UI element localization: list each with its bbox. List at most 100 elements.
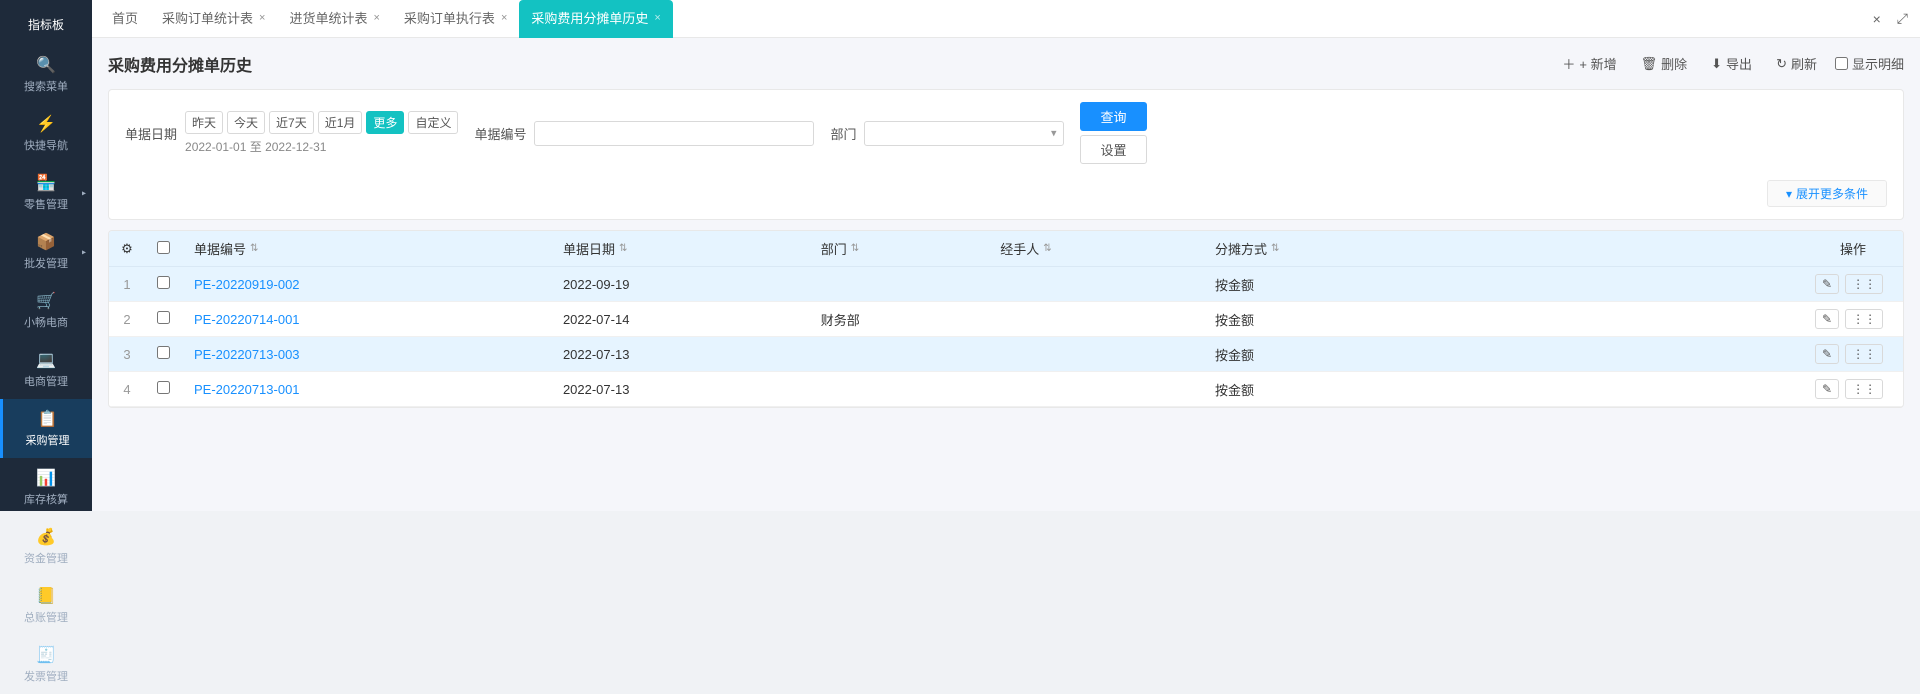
row-docno-link-2[interactable]: PE-20220713-003	[194, 347, 300, 362]
th-docno-label: 单据编号	[194, 239, 246, 258]
row-edit-btn-3[interactable]: ✎	[1815, 379, 1839, 399]
page-title: 采购费用分摊单历史	[108, 52, 252, 76]
chevron-down-icon: ▾	[1786, 187, 1792, 201]
th-dept: 部门⇅	[809, 231, 988, 267]
sidebar-item-purchase[interactable]: 📋采购管理	[0, 399, 92, 458]
row-check-0	[145, 267, 182, 302]
query-button[interactable]: 查询	[1080, 102, 1146, 131]
sidebar-item-finance[interactable]: 💰资金管理	[0, 517, 92, 576]
sidebar-icon-search: 🔍	[4, 55, 88, 75]
docno-filter-item: 单据编号	[474, 121, 814, 146]
gear-icon[interactable]: ⚙	[121, 241, 133, 256]
sidebar-item-ecom-small[interactable]: 🛒小畅电商	[0, 281, 92, 340]
show-columns-label[interactable]: 显示明细	[1835, 54, 1904, 73]
row-actions-1: ✎ ⋮⋮	[1803, 302, 1903, 337]
th-actions: 操作	[1803, 231, 1903, 267]
sort-icon-handler[interactable]: ⇅	[1043, 243, 1051, 254]
sort-icon-split[interactable]: ⇅	[1271, 243, 1279, 254]
add-button[interactable]: ＋ + 新增	[1556, 50, 1622, 77]
expand-more-button[interactable]: ▾ 展开更多条件	[1767, 180, 1887, 207]
tab-home[interactable]: 首页	[100, 0, 150, 38]
delete-button[interactable]: 🗑 删除	[1635, 50, 1694, 77]
th-date: 单据日期 ⇅	[551, 231, 809, 267]
row-handler-2	[988, 337, 1203, 372]
sidebar-item-invoice[interactable]: 🧾发票管理	[0, 635, 92, 694]
date-btn-yesterday[interactable]: 昨天	[185, 111, 223, 134]
sort-icon-date[interactable]: ⇅	[619, 243, 627, 254]
tab-purchase-expense[interactable]: 采购费用分摊单历史×	[519, 0, 672, 38]
filter-row: 单据日期 昨天 今天 近7天 近1月 更多 自定义 2022-01-01 至 2…	[125, 102, 1887, 164]
row-more-btn-1[interactable]: ⋮⋮	[1845, 309, 1883, 329]
date-btn-more[interactable]: 更多	[366, 111, 404, 134]
row-more-btn-2[interactable]: ⋮⋮	[1845, 344, 1883, 364]
export-icon: ⬇	[1711, 56, 1722, 72]
tab-label-home: 首页	[112, 8, 138, 27]
row-docno-link-1[interactable]: PE-20220714-001	[194, 312, 300, 327]
tab-purchase-exec[interactable]: 采购订单执行表×	[392, 0, 519, 38]
sidebar-icon-ecom: 💻	[4, 350, 88, 370]
arrow-icon: ▸	[82, 247, 86, 256]
row-edit-btn-1[interactable]: ✎	[1815, 309, 1839, 329]
tab-purchase-summary[interactable]: 采购订单统计表 ×	[150, 0, 277, 38]
tab-receipt-summary[interactable]: 进货单统计表×	[277, 0, 391, 38]
docno-filter-input[interactable]	[534, 121, 814, 146]
main-content: 首页采购订单统计表×进货单统计表×采购订单执行表×采购费用分摊单历史× × ⤢ …	[92, 0, 1920, 511]
dept-filter-select[interactable]: 财务部	[864, 121, 1064, 146]
show-columns-checkbox[interactable]	[1835, 57, 1848, 70]
sidebar-item-search[interactable]: 🔍搜索菜单	[0, 45, 92, 104]
sort-icon-dept[interactable]: ⇅	[851, 243, 859, 254]
sidebar-icon-ecom-small: 🛒	[4, 291, 88, 311]
row-checkbox-2[interactable]	[157, 346, 170, 359]
row-edit-btn-0[interactable]: ✎	[1815, 274, 1839, 294]
date-btn-today[interactable]: 今天	[227, 111, 265, 134]
sort-icon-docno[interactable]: ⇅	[250, 243, 258, 254]
sidebar-item-ledger[interactable]: 📒总账管理	[0, 576, 92, 635]
tab-label-purchase-summary: 采购订单统计表	[162, 8, 253, 27]
settings-button[interactable]: 设置	[1080, 135, 1146, 164]
window-maximize-button[interactable]: ⤢	[1893, 6, 1912, 31]
date-btn-7days[interactable]: 近7天	[269, 111, 314, 134]
row-docno-2: PE-20220713-003	[182, 337, 551, 372]
row-dept-1: 财务部	[809, 302, 988, 337]
sidebar-item-quicknav[interactable]: ⚡快捷导航	[0, 104, 92, 163]
row-edit-btn-2[interactable]: ✎	[1815, 344, 1839, 364]
row-docno-3: PE-20220713-001	[182, 372, 551, 407]
tab-close-purchase-expense[interactable]: ×	[654, 12, 660, 24]
row-checkbox-3[interactable]	[157, 381, 170, 394]
row-more-btn-0[interactable]: ⋮⋮	[1845, 274, 1883, 294]
refresh-icon: ↻	[1776, 56, 1787, 72]
dept-select-wrapper: 财务部	[864, 121, 1064, 146]
date-filter-item: 单据日期 昨天 今天 近7天 近1月 更多 自定义 2022-01-01 至 2…	[125, 111, 458, 155]
row-split-2: 按金额	[1203, 337, 1803, 372]
th-date-label: 单据日期	[563, 239, 615, 258]
sidebar-item-ecom[interactable]: 💻电商管理	[0, 340, 92, 399]
row-docno-link-3[interactable]: PE-20220713-001	[194, 382, 300, 397]
row-actions-3: ✎ ⋮⋮	[1803, 372, 1903, 407]
sidebar-icon-ledger: 📒	[4, 586, 88, 606]
sidebar-item-inventory[interactable]: 📊库存核算	[0, 458, 92, 517]
select-all-checkbox[interactable]	[157, 241, 170, 254]
row-split-1: 按金额	[1203, 302, 1803, 337]
row-docno-0: PE-20220919-002	[182, 267, 551, 302]
row-checkbox-0[interactable]	[157, 276, 170, 289]
tab-close-purchase-exec[interactable]: ×	[501, 12, 507, 24]
refresh-button[interactable]: ↻ 刷新	[1770, 50, 1823, 77]
row-docno-link-0[interactable]: PE-20220919-002	[194, 277, 300, 292]
add-icon: ＋	[1562, 54, 1575, 73]
sidebar-icon-inventory: 📊	[4, 468, 88, 488]
tab-close-purchase-summary[interactable]: ×	[259, 12, 265, 24]
sidebar-icon-quicknav: ⚡	[4, 114, 88, 134]
date-range-text: 2022-01-01 至 2022-12-31	[185, 138, 458, 155]
export-button[interactable]: ⬇ 导出	[1705, 50, 1758, 77]
window-close-button[interactable]: ×	[1869, 7, 1885, 31]
table-row: 2 PE-20220714-001 2022-07-14 财务部 按金额 ✎ ⋮…	[109, 302, 1903, 337]
sidebar-item-retail[interactable]: 🏪零售管理▸	[0, 163, 92, 222]
date-filter-label: 单据日期	[125, 124, 177, 143]
date-btn-custom[interactable]: 自定义	[408, 111, 458, 134]
tab-close-receipt-summary[interactable]: ×	[373, 12, 379, 24]
sidebar: 指标板 🔍搜索菜单⚡快捷导航🏪零售管理▸📦批发管理▸🛒小畅电商💻电商管理📋采购管…	[0, 0, 92, 511]
date-btn-1month[interactable]: 近1月	[318, 111, 363, 134]
row-checkbox-1[interactable]	[157, 311, 170, 324]
row-more-btn-3[interactable]: ⋮⋮	[1845, 379, 1883, 399]
sidebar-item-wholesale[interactable]: 📦批发管理▸	[0, 222, 92, 281]
